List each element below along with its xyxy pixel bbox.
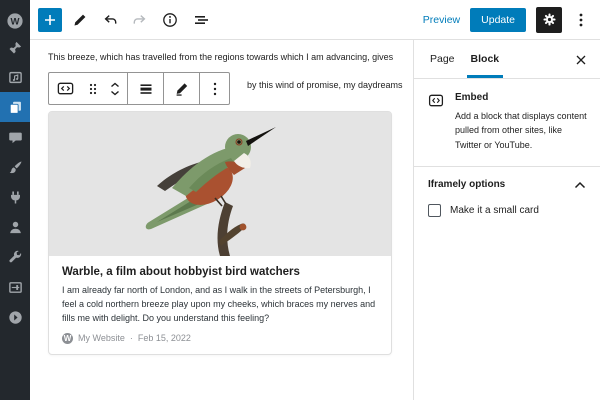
- svg-text:W: W: [11, 16, 20, 27]
- small-card-checkbox-label[interactable]: Make it a small card: [450, 205, 539, 216]
- pages-icon: [9, 101, 21, 114]
- embed-card-description: I am already far north of London, and as…: [62, 285, 376, 323]
- site-favicon: W: [62, 332, 73, 344]
- tab-page[interactable]: Page: [422, 40, 463, 78]
- update-button[interactable]: Update: [470, 7, 526, 32]
- info-icon: [163, 12, 177, 27]
- embed-card-image: [49, 112, 391, 256]
- sidebar-item-plugins[interactable]: [0, 182, 30, 212]
- bird-illustration: [49, 112, 391, 256]
- wrench-icon: [8, 250, 21, 262]
- embed-card-title: Warble, a film about hobbyist bird watch…: [62, 266, 300, 278]
- panel-title: Iframely options: [428, 179, 506, 191]
- block-inserter-button[interactable]: [38, 7, 62, 32]
- collapse-icon: [8, 310, 22, 324]
- embed-card-footer: W My Website · Feb 15, 2022: [62, 332, 378, 344]
- drag-handle[interactable]: [82, 73, 103, 104]
- small-card-option-row: Make it a small card: [414, 198, 600, 223]
- block-description: Add a block that displays content pulled…: [455, 111, 587, 150]
- sidebar-tabs: Page Block: [414, 40, 600, 79]
- close-sidebar-button[interactable]: [568, 47, 594, 73]
- change-alignment-button[interactable]: [128, 73, 163, 104]
- embed-chip: [428, 93, 444, 152]
- more-options-button[interactable]: [572, 7, 590, 33]
- redo-button[interactable]: [128, 8, 152, 32]
- chevron-up-icon: [574, 181, 586, 188]
- sidebar-item-settings[interactable]: [0, 272, 30, 302]
- sidebar-item-collapse-menu[interactable]: [0, 302, 30, 332]
- user-icon: [9, 221, 21, 233]
- pin-icon: [9, 41, 21, 53]
- preview-button[interactable]: Preview: [423, 14, 460, 26]
- close-icon: [576, 55, 586, 65]
- plus-icon: [45, 14, 55, 25]
- admin-sidebar: W: [0, 0, 30, 400]
- plug-icon: [10, 191, 20, 203]
- header-toolbar: [30, 7, 212, 32]
- block-options-button[interactable]: [200, 73, 229, 104]
- publish-date: Feb 15, 2022: [137, 333, 191, 344]
- edit-url-button[interactable]: [164, 73, 199, 104]
- footer-dot: ·: [129, 333, 133, 344]
- kebab-icon: [579, 13, 583, 26]
- sidebar-item-comments[interactable]: [0, 122, 30, 152]
- paragraph-text-line2[interactable]: by this wind of promise, my daydreams: [247, 80, 403, 90]
- options-kebab-icon: [213, 82, 216, 95]
- wordpress-logo[interactable]: W: [0, 8, 30, 34]
- alignment-icon: [140, 83, 151, 94]
- embed-block-type-button[interactable]: [49, 73, 82, 104]
- redo-icon: [133, 14, 146, 24]
- settings-sidebar: Page Block Embed Add a block that displa…: [413, 40, 600, 400]
- iframely-options-panel-header[interactable]: Iframely options: [414, 167, 600, 198]
- embed-card-block[interactable]: Warble, a film about hobbyist bird watch…: [48, 111, 392, 355]
- details-button[interactable]: [158, 8, 182, 32]
- sidebar-item-posts[interactable]: [0, 32, 30, 62]
- block-toolbar: [48, 72, 230, 105]
- sidebar-item-media[interactable]: [0, 62, 30, 92]
- sidebar-item-users[interactable]: [0, 212, 30, 242]
- paragraph-text-line1[interactable]: This breeze, which has travelled from th…: [48, 52, 393, 62]
- drag-handle-icon: [89, 83, 96, 94]
- undo-icon: [104, 14, 117, 24]
- sidebar-item-tools[interactable]: [0, 242, 30, 272]
- header-actions: Preview Update: [423, 6, 600, 33]
- settings-icon: [8, 281, 22, 293]
- embed-block-icon: [428, 94, 444, 107]
- move-up-down-icon: [111, 82, 119, 95]
- pencil-icon: [74, 14, 86, 25]
- site-name: My Website: [78, 333, 125, 344]
- move-up-down-button[interactable]: [103, 73, 127, 104]
- embed-card-body: Warble, a film about hobbyist bird watch…: [49, 256, 391, 352]
- undo-button[interactable]: [98, 8, 122, 32]
- settings-toggle-button[interactable]: [536, 6, 562, 33]
- gear-icon: [542, 13, 555, 26]
- tab-block[interactable]: Block: [463, 40, 508, 78]
- brush-icon: [9, 161, 21, 173]
- list-view-button[interactable]: [188, 8, 212, 32]
- sidebar-item-appearance[interactable]: [0, 152, 30, 182]
- sidebar-item-pages[interactable]: [0, 92, 30, 122]
- embed-block-icon: [57, 82, 74, 95]
- small-card-checkbox[interactable]: [428, 204, 441, 218]
- tools-button[interactable]: [68, 8, 92, 32]
- block-info-card: Embed Add a block that displays content …: [414, 79, 600, 168]
- list-view-icon: [194, 15, 208, 24]
- comments-icon: [8, 132, 22, 143]
- editor-canvas: This breeze, which has travelled from th…: [30, 40, 413, 400]
- block-info-text: Embed Add a block that displays content …: [455, 92, 589, 152]
- wordpress-logo-icon: W: [7, 13, 23, 29]
- block-name: Embed: [455, 92, 489, 103]
- editor-header: Preview Update: [30, 0, 600, 40]
- edit-pencil-icon: [176, 82, 187, 96]
- media-icon: [8, 71, 22, 83]
